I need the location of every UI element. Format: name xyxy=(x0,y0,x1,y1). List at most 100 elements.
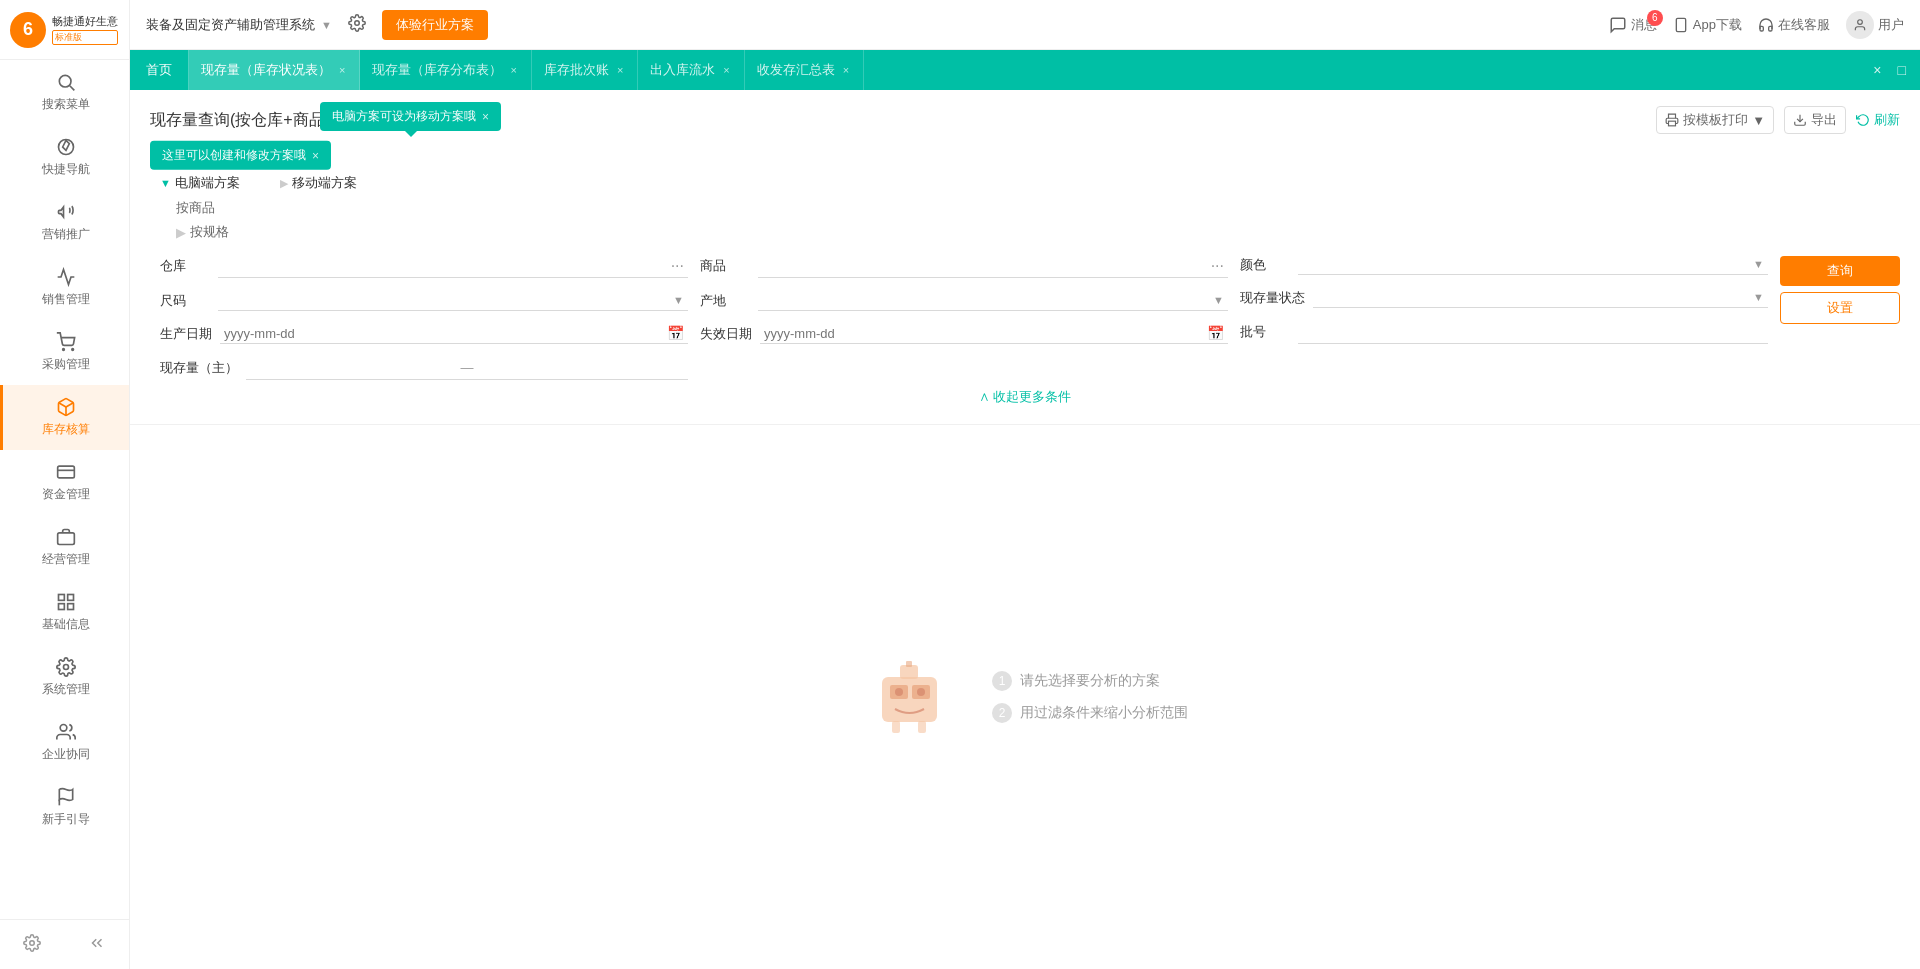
refresh-btn[interactable]: 刷新 xyxy=(1856,111,1900,129)
pc-scheme-toggle[interactable]: ▼ 电脑端方案 xyxy=(160,174,240,192)
tab-inventory-status[interactable]: 现存量（库存状况表） × xyxy=(189,50,360,90)
stock-main-to[interactable] xyxy=(478,360,685,375)
online-service-btn[interactable]: 在线客服 xyxy=(1758,16,1830,34)
scheme-item-goods[interactable]: 按商品 xyxy=(176,196,240,220)
sidebar-item-label: 快捷导航 xyxy=(42,161,90,178)
sidebar-item-finance[interactable]: 资金管理 xyxy=(0,450,129,515)
prod-date-input[interactable] xyxy=(224,326,667,341)
user-btn[interactable]: 用户 xyxy=(1846,11,1904,39)
svg-point-0 xyxy=(59,75,71,87)
sidebar-item-search[interactable]: 搜索菜单 xyxy=(0,60,129,125)
range-separator: — xyxy=(461,360,474,375)
sidebar-item-system[interactable]: 系统管理 xyxy=(0,645,129,710)
svg-rect-30 xyxy=(906,661,912,667)
color-select[interactable]: ▼ xyxy=(1298,254,1768,275)
tab-close-icon[interactable]: × xyxy=(337,62,347,78)
main-content: 装备及固定资产辅助管理系统 ▼ 体验行业方案 消息 6 App下载 在线客服 xyxy=(130,0,1920,969)
trial-btn[interactable]: 体验行业方案 xyxy=(382,10,488,40)
stock-main-field: 现存量（主） — xyxy=(160,356,688,380)
stock-main-from[interactable] xyxy=(250,360,457,375)
export-btn[interactable]: 导出 xyxy=(1784,106,1846,134)
batch-no-input[interactable] xyxy=(1302,324,1764,339)
system-name: 装备及固定资产辅助管理系统 ▼ xyxy=(146,16,332,34)
empty-text-block: 1 请先选择要分析的方案 2 用过滤条件来缩小分析范围 xyxy=(992,671,1188,723)
origin-label: 产地 xyxy=(700,292,750,310)
sidebar-item-purchase[interactable]: 采购管理 xyxy=(0,320,129,385)
mobile-scheme-toggle[interactable]: ▶ 移动端方案 xyxy=(280,174,357,192)
svg-rect-12 xyxy=(59,604,65,610)
sidebar-item-label: 销售管理 xyxy=(42,291,90,308)
tab-close-icon[interactable]: × xyxy=(721,62,731,78)
stock-status-select[interactable]: ▼ xyxy=(1313,287,1768,308)
window-close-btn[interactable]: × xyxy=(1867,58,1887,82)
origin-select[interactable]: ▼ xyxy=(758,290,1228,311)
warehouse-ellipsis-btn[interactable]: ··· xyxy=(667,257,688,275)
filter-col1: 仓库 ··· 尺码 ▼ xyxy=(160,254,688,380)
filter-header: 按以下方案查询 + ↺ « 电脑方案可设为移动方案哦 × xyxy=(150,142,1900,164)
tooltip1-close-btn[interactable]: × xyxy=(482,110,489,124)
tooltip2-close-btn[interactable]: × xyxy=(312,148,319,162)
tab-inventory-dist[interactable]: 现存量（库存分布表） × xyxy=(360,50,531,90)
color-label: 颜色 xyxy=(1240,256,1290,274)
sidebar-settings-btn[interactable] xyxy=(19,930,45,959)
collapse-row[interactable]: ∧ 收起更多条件 xyxy=(150,380,1900,414)
cart-icon xyxy=(56,332,76,352)
exp-date-cal-icon[interactable]: 📅 xyxy=(1207,325,1224,341)
tab-label: 收发存汇总表 xyxy=(757,61,835,79)
tab-label: 现存量（库存分布表） xyxy=(372,61,502,79)
goods-input[interactable] xyxy=(758,254,1207,277)
topbar-settings-btn[interactable] xyxy=(344,10,370,39)
scheme-item-spec[interactable]: ▶ 按规格 xyxy=(176,220,240,244)
sidebar-item-marketing[interactable]: 营销推广 xyxy=(0,190,129,255)
sidebar-item-guide[interactable]: 新手引导 xyxy=(0,775,129,840)
size-select[interactable]: ▼ xyxy=(218,290,688,311)
search-btn[interactable]: 查询 xyxy=(1780,256,1900,286)
sidebar-item-inventory[interactable]: 库存核算 xyxy=(0,385,129,450)
goods-ellipsis-btn[interactable]: ··· xyxy=(1207,257,1228,275)
svg-point-4 xyxy=(63,349,65,351)
box-icon xyxy=(56,397,76,417)
print-dropdown-icon: ▼ xyxy=(1752,113,1765,128)
window-max-btn[interactable]: □ xyxy=(1892,58,1912,82)
prod-date-cal-icon[interactable]: 📅 xyxy=(667,325,684,341)
sidebar-footer xyxy=(0,919,129,969)
print-label: 按模板打印 xyxy=(1683,111,1748,129)
tab-close-icon[interactable]: × xyxy=(508,62,518,78)
sidebar-item-quick-nav[interactable]: 快捷导航 xyxy=(0,125,129,190)
sidebar-item-enterprise[interactable]: 企业协同 xyxy=(0,710,129,775)
sidebar-item-label: 系统管理 xyxy=(42,681,90,698)
sidebar-item-business[interactable]: 经营管理 xyxy=(0,515,129,580)
compass-icon xyxy=(56,137,76,157)
message-btn[interactable]: 消息 6 xyxy=(1609,16,1657,34)
mobile-scheme-block: ▶ 移动端方案 xyxy=(280,174,357,244)
warehouse-label: 仓库 xyxy=(160,257,210,275)
print-icon xyxy=(1665,113,1679,127)
stock-status-dropdown-icon: ▼ xyxy=(1753,291,1764,303)
online-service-label: 在线客服 xyxy=(1778,16,1830,34)
tooltip1-text: 电脑方案可设为移动方案哦 xyxy=(332,108,476,125)
color-field: 颜色 ▼ xyxy=(1240,254,1768,275)
avatar xyxy=(1846,11,1874,39)
reset-btn[interactable]: 设置 xyxy=(1780,292,1900,324)
sidebar-collapse-btn[interactable] xyxy=(84,930,110,959)
grid-icon xyxy=(56,592,76,612)
app-download-btn[interactable]: App下载 xyxy=(1673,16,1742,34)
exp-date-field: 失效日期 📅 xyxy=(700,323,1228,344)
tab-inout-flow[interactable]: 出入库流水 × xyxy=(638,50,744,90)
tab-close-icon[interactable]: × xyxy=(841,62,851,78)
tab-collection-summary[interactable]: 收发存汇总表 × xyxy=(745,50,864,90)
tab-close-icon[interactable]: × xyxy=(615,62,625,78)
warehouse-input[interactable] xyxy=(218,254,667,277)
user-icon xyxy=(1853,18,1867,32)
briefcase-icon xyxy=(56,527,76,547)
tab-home[interactable]: 首页 xyxy=(130,50,189,90)
sidebar-item-basic[interactable]: 基础信息 xyxy=(0,580,129,645)
size-field: 尺码 ▼ xyxy=(160,290,688,311)
sidebar-item-sales[interactable]: 销售管理 xyxy=(0,255,129,320)
export-icon xyxy=(1793,113,1807,127)
print-btn[interactable]: 按模板打印 ▼ xyxy=(1656,106,1774,134)
refresh-label: 刷新 xyxy=(1874,111,1900,129)
exp-date-input[interactable] xyxy=(764,326,1207,341)
pc-scheme-block: ▼ 电脑端方案 按商品 ▶ 按规格 这里可以创建和修改方案哦 × xyxy=(160,174,240,244)
tab-batch-account[interactable]: 库存批次账 × xyxy=(532,50,638,90)
